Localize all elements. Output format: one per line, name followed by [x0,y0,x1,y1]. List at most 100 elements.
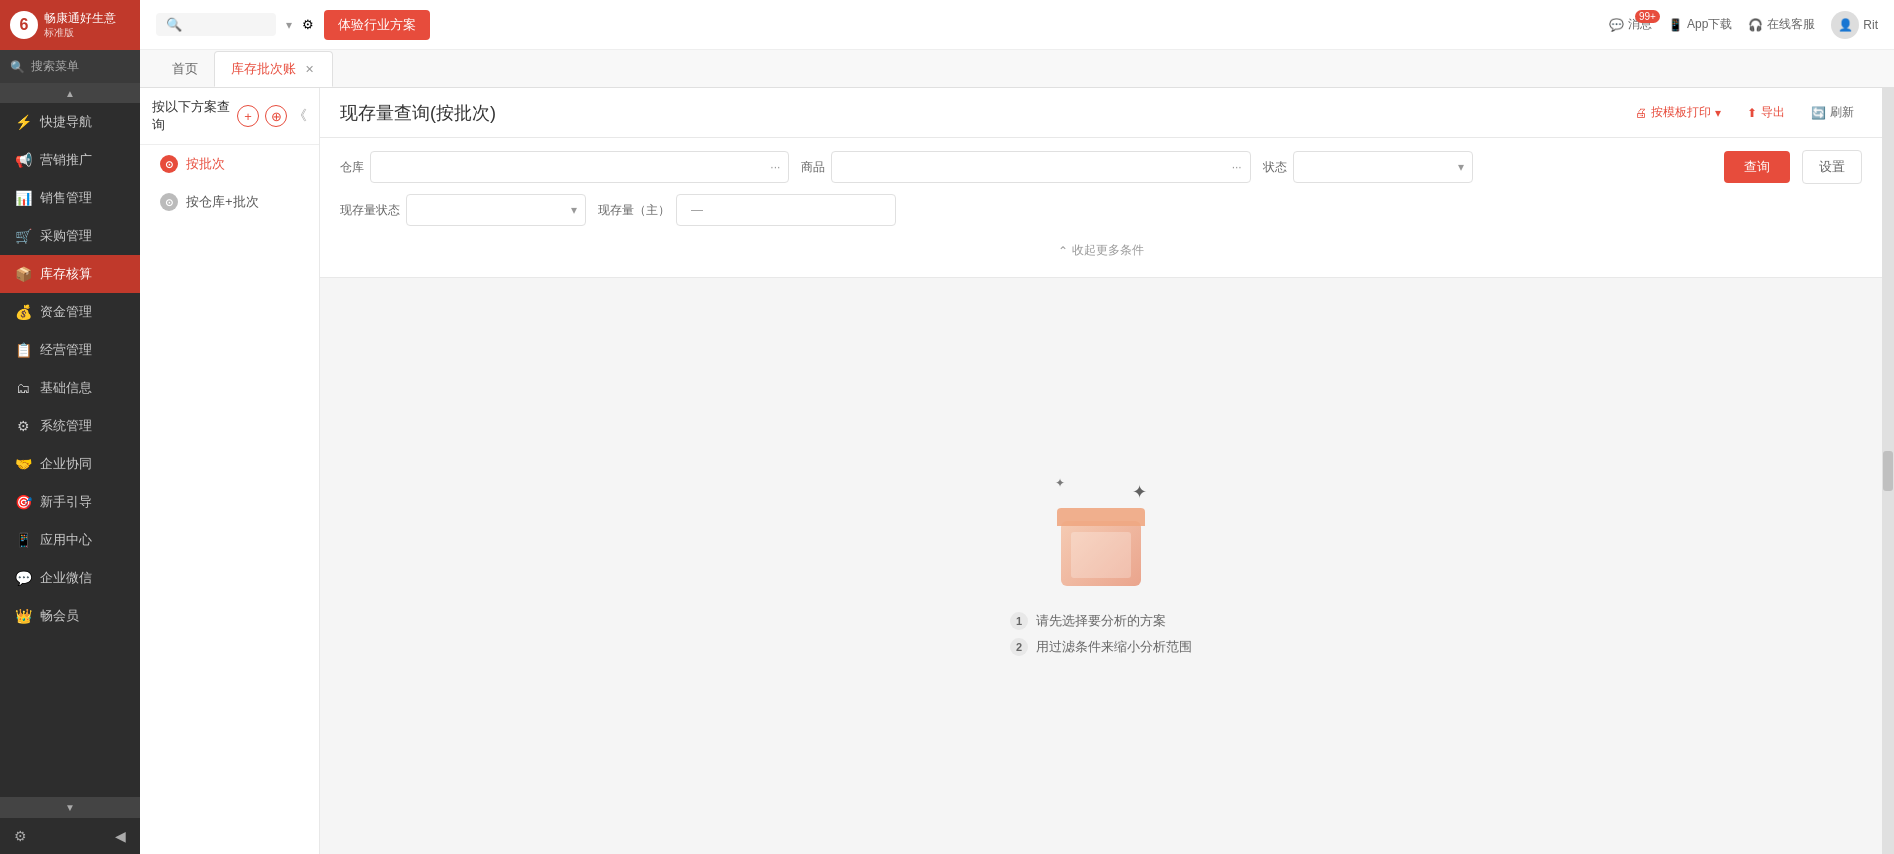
right-panel-toggle[interactable] [1883,451,1893,491]
topbar: 🔍 ▾ ⚙ 体验行业方案 💬 消息 99+ 📱 App下载 🎧 在线客服 👤 [140,0,1894,50]
stock-status-select[interactable]: ▾ [406,194,586,226]
app-center-icon: 📱 [14,531,32,549]
main-container: 🔍 ▾ ⚙ 体验行业方案 💬 消息 99+ 📱 App下载 🎧 在线客服 👤 [140,0,1894,854]
filter-item-by-batch[interactable]: ⊙ 按批次 [140,145,319,183]
stock-qty-field: 现存量（主） — [598,194,896,226]
sidebar-item-finance[interactable]: 💰 资金管理 [0,293,140,331]
add-scheme-btn[interactable]: + [237,105,259,127]
collapse-filter-btn[interactable]: 《 [293,107,307,125]
query-btn[interactable]: 查询 [1724,151,1790,183]
topbar-left: 🔍 ▾ ⚙ 体验行业方案 [156,10,430,40]
filter-row: 仓库 ··· 商品 ··· [320,138,1882,278]
export-btn[interactable]: ⬆ 导出 [1739,100,1793,125]
stock-qty-range[interactable]: — [676,194,896,226]
tab-inventory-batch[interactable]: 库存批次账 ✕ [214,51,333,87]
sidebar-search[interactable]: 🔍 搜索菜单 [0,50,140,83]
scheme-settings-btn[interactable]: ⊕ [265,105,287,127]
collapse-more-btn[interactable]: ⌃ 收起更多条件 [340,236,1862,265]
print-icon: 🖨 [1635,106,1647,120]
warehouse-dots-icon[interactable]: ··· [770,160,780,174]
messages-btn[interactable]: 💬 消息 99+ [1609,16,1652,33]
scroll-up-button[interactable]: ▲ [0,83,140,103]
filter-panel-title: 按以下方案查询 [152,98,237,134]
user-avatar-area[interactable]: 👤 Rit [1831,11,1878,39]
refresh-icon: 🔄 [1811,106,1826,120]
sidebar-item-app-center[interactable]: 📱 应用中心 [0,521,140,559]
sidebar-item-system[interactable]: ⚙ 系统管理 [0,407,140,445]
content-area: 现存量查询(按批次) 🖨 按模板打印 ▾ ⬆ 导出 🔄 刷新 [320,88,1882,854]
export-icon: ⬆ [1747,106,1757,120]
messages-badge: 99+ [1635,10,1660,23]
warehouse-input[interactable]: ··· [370,151,789,183]
sidebar: 6 畅康通好生意 标准版 🔍 搜索菜单 ▲ ⚡ 快捷导航 📢 营销推广 📊 销售… [0,0,140,854]
topbar-search-box[interactable]: 🔍 [156,13,276,36]
wechat-icon: 💬 [14,569,32,587]
tab-close-icon[interactable]: ✕ [302,62,316,76]
sidebar-item-basics[interactable]: 🗂 基础信息 [0,369,140,407]
product-dots-icon[interactable]: ··· [1232,160,1242,174]
filter-fields-top: 仓库 ··· 商品 ··· [340,150,1862,184]
online-service-btn[interactable]: 🎧 在线客服 [1748,16,1815,33]
sidebar-item-wechat[interactable]: 💬 企业微信 [0,559,140,597]
hint-num-2: 2 [1010,638,1028,656]
inventory-icon: 📦 [14,265,32,283]
filter-panel: 按以下方案查询 + ⊕ 《 ⊙ 按批次 ⊙ 按仓库+批次 [140,88,320,854]
purchase-icon: 🛒 [14,227,32,245]
tab-home[interactable]: 首页 [156,52,214,86]
refresh-btn[interactable]: 🔄 刷新 [1803,100,1862,125]
topbar-right: 💬 消息 99+ 📱 App下载 🎧 在线客服 👤 Rit [1609,11,1878,39]
stock-qty-label: 现存量（主） [598,202,670,219]
sidebar-item-sales[interactable]: 📊 销售管理 [0,179,140,217]
sidebar-item-new-guide[interactable]: 🎯 新手引导 [0,483,140,521]
new-guide-icon: 🎯 [14,493,32,511]
sidebar-item-purchase[interactable]: 🛒 采购管理 [0,217,140,255]
app-logo: 6 [10,11,38,39]
sidebar-item-enterprise[interactable]: 🤝 企业协同 [0,445,140,483]
sales-icon: 📊 [14,189,32,207]
right-panel [1882,88,1894,854]
topbar-dropdown-icon[interactable]: ▾ [286,18,292,32]
status-field: 状态 ▾ [1263,151,1712,183]
empty-state: ✦ ✦ 1 请先选择要分析的方案 2 用过滤条件来缩小分析范围 [320,278,1882,854]
operations-icon: 📋 [14,341,32,359]
status-label: 状态 [1263,159,1287,176]
sidebar-header: 6 畅康通好生意 标准版 [0,0,140,50]
app-download-icon: 📱 [1668,18,1683,32]
chevron-up-icon: ⌃ [1058,244,1068,258]
topbar-settings-icon[interactable]: ⚙ [302,17,314,32]
member-icon: 👑 [14,607,32,625]
app-title: 畅康通好生意 标准版 [44,11,116,40]
sidebar-footer: ⚙ ◀ [0,817,140,854]
range-dash: — [691,203,703,217]
sidebar-item-operations[interactable]: 📋 经营管理 [0,331,140,369]
print-dropdown-icon[interactable]: ▾ [1715,106,1721,120]
filter-panel-actions: + ⊕ 《 [237,105,307,127]
avatar: 👤 [1831,11,1859,39]
sidebar-item-quick-nav[interactable]: ⚡ 快捷导航 [0,103,140,141]
page-header-actions: 🖨 按模板打印 ▾ ⬆ 导出 🔄 刷新 [1627,100,1862,125]
print-btn[interactable]: 🖨 按模板打印 ▾ [1627,100,1729,125]
status-dropdown-icon: ▾ [1458,160,1464,174]
empty-hint-1: 1 请先选择要分析的方案 [1010,612,1192,630]
sidebar-item-member[interactable]: 👑 畅会员 [0,597,140,635]
enterprise-icon: 🤝 [14,455,32,473]
status-select[interactable]: ▾ [1293,151,1473,183]
scroll-down-button[interactable]: ▼ [0,797,140,817]
sidebar-item-inventory[interactable]: 📦 库存核算 [0,255,140,293]
sidebar-item-marketing[interactable]: 📢 营销推广 [0,141,140,179]
warehouse-field: 仓库 ··· [340,151,789,183]
topbar-search-input[interactable] [186,18,266,32]
stock-status-field: 现存量状态 ▾ [340,194,586,226]
app-download-btn[interactable]: 📱 App下载 [1668,16,1732,33]
product-input[interactable]: ··· [831,151,1250,183]
filter-item-by-warehouse-batch[interactable]: ⊙ 按仓库+批次 [140,183,319,221]
settings-footer-icon[interactable]: ⚙ [14,828,27,844]
filter-status-row: 现存量状态 ▾ 现存量（主） — [340,194,1862,226]
user-name: Rit [1863,18,1878,32]
stock-status-label: 现存量状态 [340,202,400,219]
experience-btn[interactable]: 体验行业方案 [324,10,430,40]
filter-settings-btn[interactable]: 设置 [1802,150,1862,184]
basics-icon: 🗂 [14,379,32,397]
by-batch-icon: ⊙ [160,155,178,173]
collapse-sidebar-icon[interactable]: ◀ [115,828,126,844]
